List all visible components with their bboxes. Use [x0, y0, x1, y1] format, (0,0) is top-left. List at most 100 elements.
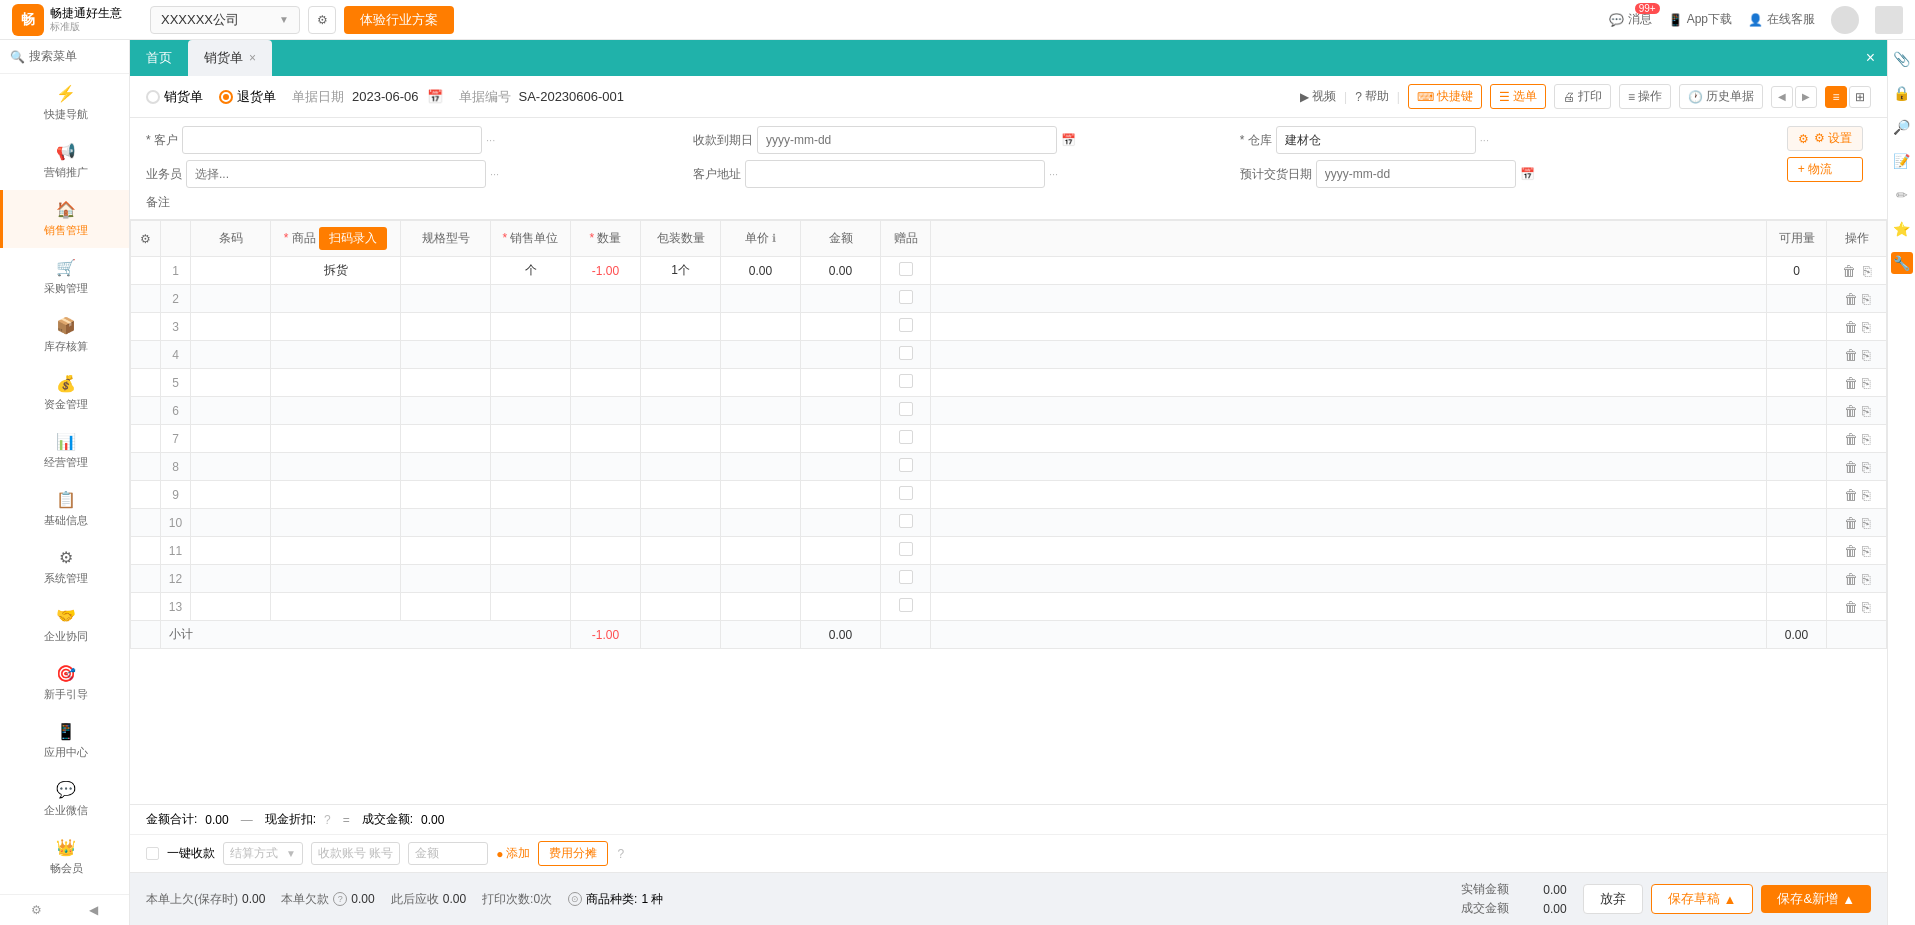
sidebar-item-shortcut[interactable]: ⚡ 快捷导航	[0, 74, 129, 132]
row-spec[interactable]	[401, 257, 491, 285]
warehouse-more-icon[interactable]: ···	[1480, 134, 1489, 146]
sidebar-item-sales[interactable]: 🏠 销售管理	[0, 190, 129, 248]
debt-question-icon[interactable]: ?	[333, 892, 347, 906]
copy-row-btn[interactable]: ⎘	[1860, 543, 1872, 559]
filter-btn[interactable]: ☰ 选单	[1490, 84, 1546, 109]
tab-sales-order[interactable]: 销货单 ×	[188, 40, 272, 76]
expected-date-input[interactable]	[1316, 160, 1516, 188]
delete-row-btn[interactable]: 🗑	[1842, 375, 1860, 391]
discount-question-icon[interactable]: ?	[324, 813, 331, 827]
panel-icon-2[interactable]: 🔒	[1891, 82, 1913, 104]
list-view-btn[interactable]: ≡	[1825, 86, 1847, 108]
delete-row-btn[interactable]: 🗑	[1842, 571, 1860, 587]
avatar[interactable]	[1831, 6, 1859, 34]
row-product[interactable]: 拆货	[271, 257, 401, 285]
due-date-input[interactable]	[757, 126, 1057, 154]
delete-row-btn[interactable]: 🗑	[1842, 403, 1860, 419]
salesman-more-icon[interactable]: ···	[490, 168, 499, 180]
warehouse-input[interactable]	[1276, 126, 1476, 154]
prev-arrow[interactable]: ◀	[1771, 86, 1793, 108]
delete-row-btn[interactable]: 🗑	[1842, 431, 1860, 447]
sidebar-item-finance[interactable]: 💰 资金管理	[0, 364, 129, 422]
copy-row-btn[interactable]: ⎘	[1860, 291, 1872, 307]
delete-row-btn[interactable]: 🗑	[1842, 487, 1860, 503]
delete-row-btn[interactable]: 🗑	[1840, 263, 1858, 279]
save-new-button[interactable]: 保存&新增 ▲	[1761, 885, 1871, 913]
amount-field[interactable]: 金额	[408, 842, 488, 865]
sidebar-item-marketing[interactable]: 📢 营销推广	[0, 132, 129, 190]
history-btn[interactable]: 🕐 历史单据	[1679, 84, 1763, 109]
copy-row-btn[interactable]: ⎘	[1860, 375, 1872, 391]
panel-icon-6[interactable]: ⭐	[1891, 218, 1913, 240]
delete-row-btn[interactable]: 🗑	[1842, 319, 1860, 335]
logistics-btn[interactable]: + 物流	[1787, 157, 1863, 182]
online-service-button[interactable]: 👤 在线客服	[1748, 11, 1815, 28]
copy-row-btn[interactable]: ⎘	[1860, 515, 1872, 531]
sidebar-item-apps[interactable]: 📱 应用中心	[0, 712, 129, 770]
save-draft-button[interactable]: 保存草稿 ▲	[1651, 884, 1754, 914]
addr-more-icon[interactable]: ···	[1049, 168, 1058, 180]
copy-row-btn[interactable]: ⎘	[1860, 599, 1872, 615]
app-download-button[interactable]: 📱 App下载	[1668, 11, 1732, 28]
help-link[interactable]: ? 帮助	[1355, 88, 1389, 105]
scan-button[interactable]: 扫码录入	[319, 227, 387, 250]
payment-checkbox[interactable]	[146, 847, 159, 860]
customer-more-icon[interactable]: ···	[486, 134, 495, 146]
fee-question-icon[interactable]: ?	[618, 847, 625, 861]
expected-date-cal-icon[interactable]: 📅	[1520, 167, 1535, 181]
next-arrow[interactable]: ▶	[1795, 86, 1817, 108]
copy-row-btn[interactable]: ⎘	[1860, 459, 1872, 475]
customer-addr-input[interactable]	[745, 160, 1045, 188]
copy-row-btn[interactable]: ⎘	[1860, 403, 1872, 419]
company-selector[interactable]: XXXXXX公司 ▼	[150, 6, 300, 34]
copy-row-btn[interactable]: ⎘	[1860, 431, 1872, 447]
sidebar-item-wechat[interactable]: 💬 企业微信	[0, 770, 129, 828]
row-qty[interactable]: -1.00	[571, 257, 641, 285]
calendar-icon[interactable]: 📅	[427, 89, 443, 104]
discard-button[interactable]: 放弃	[1583, 884, 1643, 914]
settings-btn[interactable]: ⚙ ⚙ 设置	[1787, 126, 1863, 151]
video-link[interactable]: ▶ 视频	[1300, 88, 1336, 105]
due-date-cal-icon[interactable]: 📅	[1061, 133, 1076, 147]
sidebar-item-collab[interactable]: 🤝 企业协同	[0, 596, 129, 654]
shortcut-btn[interactable]: ⌨ 快捷键	[1408, 84, 1482, 109]
row-price[interactable]: 0.00	[721, 257, 801, 285]
table-wrapper[interactable]: ⚙ 条码 * 商品 扫码录入 规格型号 * 销售单位 * 数量 包	[130, 220, 1887, 804]
operate-btn[interactable]: ≡ 操作	[1619, 84, 1671, 109]
sidebar-item-ops[interactable]: 📊 经营管理	[0, 422, 129, 480]
trial-button[interactable]: 体验行业方案	[344, 6, 454, 34]
copy-row-btn[interactable]: ⎘	[1860, 347, 1872, 363]
panel-icon-4[interactable]: 📝	[1891, 150, 1913, 172]
delete-row-btn[interactable]: 🗑	[1842, 459, 1860, 475]
radio-sales[interactable]: 销货单	[146, 88, 203, 106]
sidebar-item-inventory[interactable]: 📦 库存核算	[0, 306, 129, 364]
settings-icon[interactable]: ⚙	[308, 6, 336, 34]
sidebar-item-system[interactable]: ⚙ 系统管理	[0, 538, 129, 596]
copy-row-btn[interactable]: ⎘	[1860, 487, 1872, 503]
sidebar-item-member[interactable]: 👑 畅会员	[0, 828, 129, 886]
row-pkgqty[interactable]: 1个	[641, 257, 721, 285]
delete-row-btn[interactable]: 🗑	[1842, 543, 1860, 559]
panel-icon-3[interactable]: 🔎	[1891, 116, 1913, 138]
sidebar-settings-icon[interactable]: ⚙	[31, 903, 42, 917]
copy-row-btn[interactable]: ⎘	[1860, 571, 1872, 587]
sidebar-item-base[interactable]: 📋 基础信息	[0, 480, 129, 538]
row-barcode[interactable]	[191, 257, 271, 285]
search-menu[interactable]: 🔍 搜索菜单	[0, 40, 129, 74]
row-gift[interactable]	[881, 257, 931, 285]
payment-method-field[interactable]: 结算方式 ▼	[223, 842, 303, 865]
row-amount[interactable]: 0.00	[801, 257, 881, 285]
user-menu-icon[interactable]	[1875, 6, 1903, 34]
copy-row-btn[interactable]: ⎘	[1861, 263, 1873, 279]
product-question-icon[interactable]: ⊙	[568, 892, 582, 906]
message-button[interactable]: 💬 消息 99+	[1609, 11, 1652, 28]
delete-row-btn[interactable]: 🗑	[1842, 347, 1860, 363]
grid-view-btn[interactable]: ⊞	[1849, 86, 1871, 108]
sidebar-item-purchase[interactable]: 🛒 采购管理	[0, 248, 129, 306]
account-field[interactable]: 收款账号 账号	[311, 842, 400, 865]
sidebar-item-guide[interactable]: 🎯 新手引导	[0, 654, 129, 712]
fee-split-btn[interactable]: 费用分摊	[538, 841, 608, 866]
tab-home[interactable]: 首页	[130, 40, 188, 76]
tab-close-icon[interactable]: ×	[249, 51, 256, 65]
panel-icon-1[interactable]: 📎	[1891, 48, 1913, 70]
